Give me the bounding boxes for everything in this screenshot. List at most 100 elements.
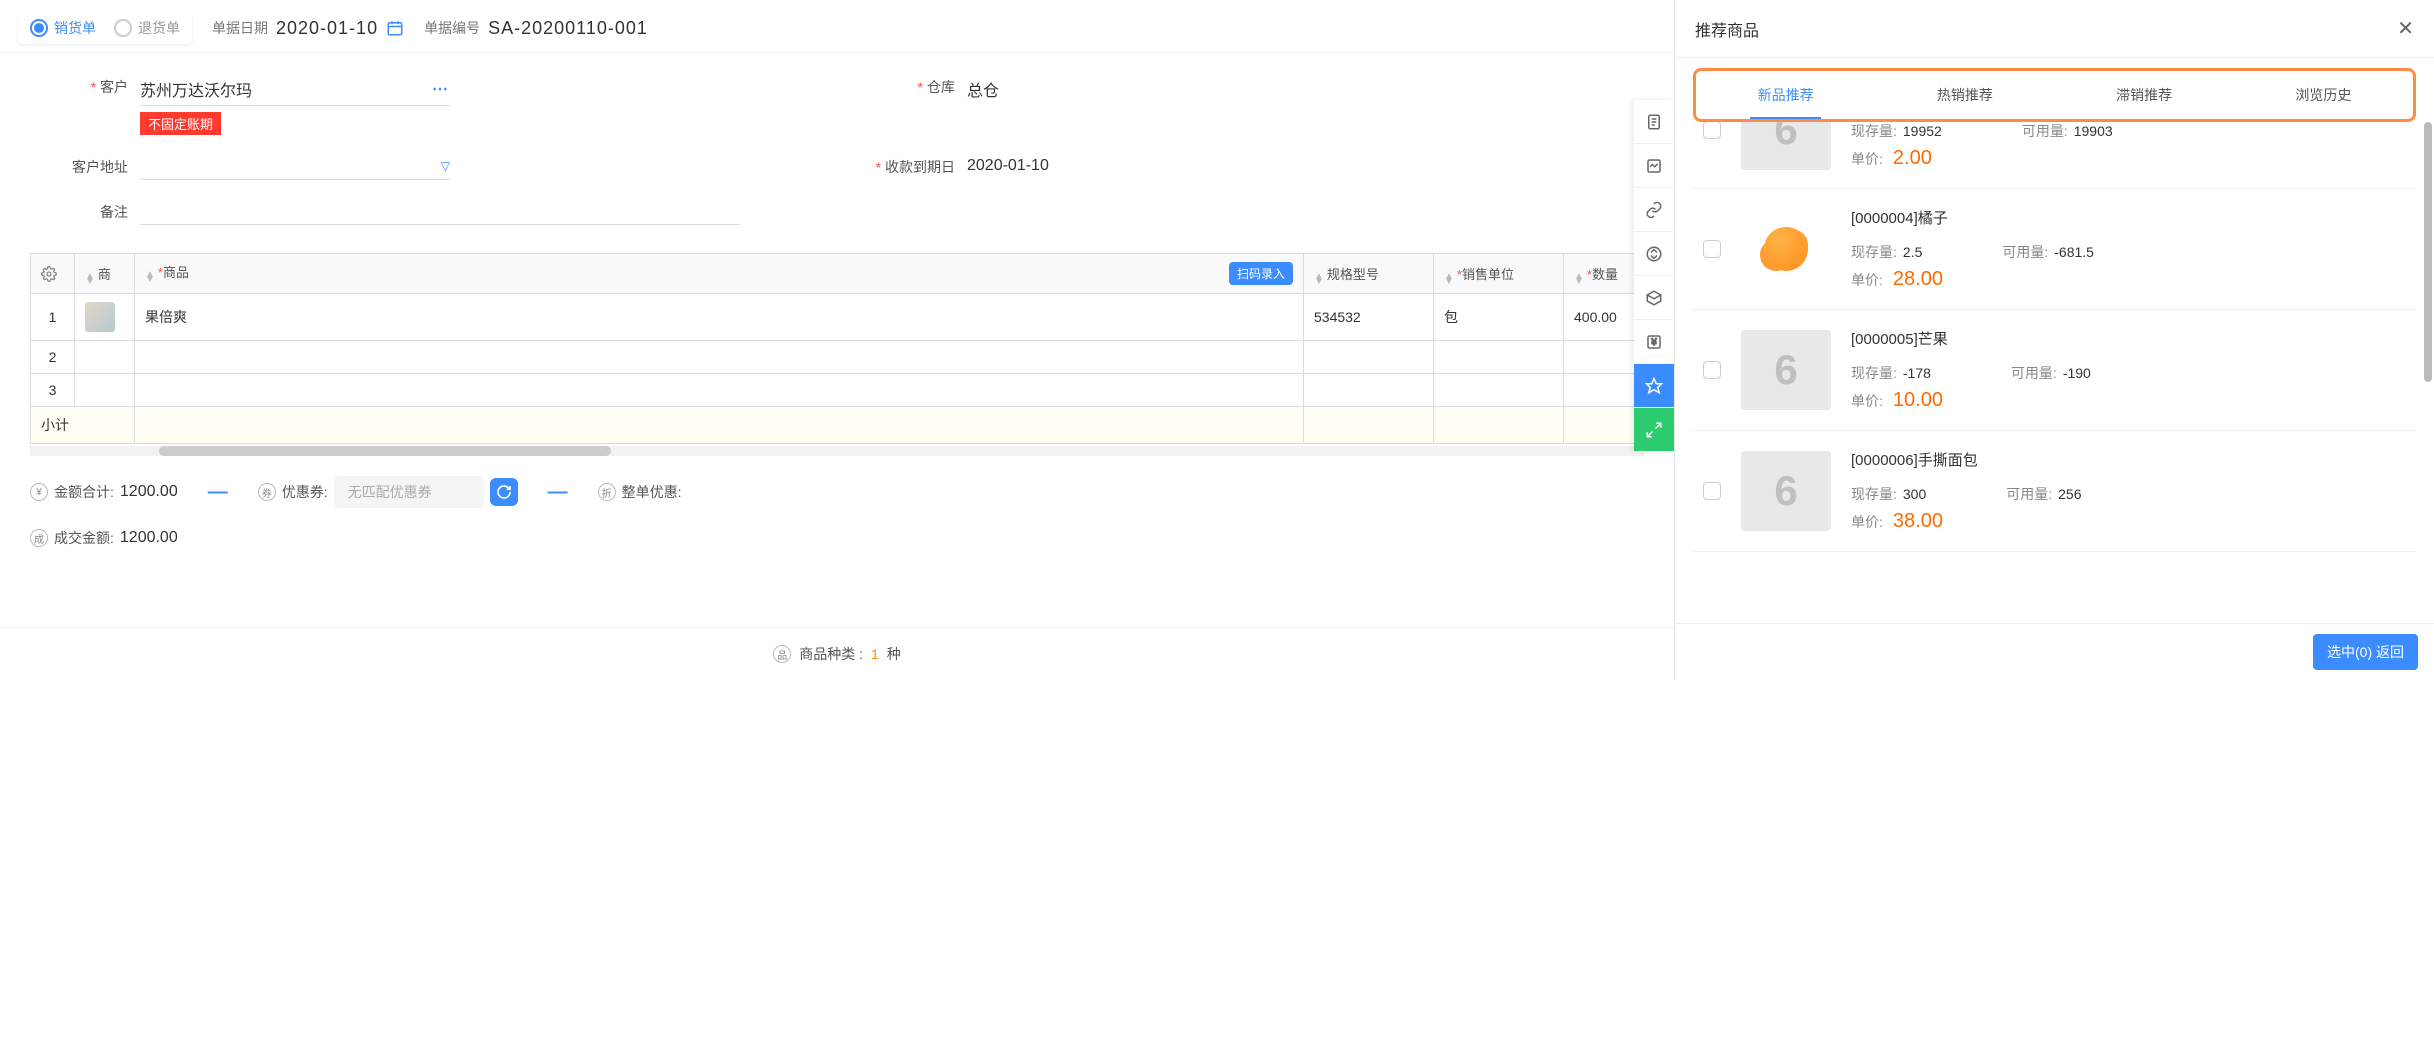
coupon-label: 优惠券: xyxy=(282,482,328,502)
address-label: 客户地址 xyxy=(72,159,128,175)
unit-cell[interactable]: 包 xyxy=(1434,294,1564,341)
product-name-cell[interactable]: 果倍爽 xyxy=(135,294,1304,341)
svg-text:¥: ¥ xyxy=(1650,337,1657,347)
product-thumb-icon xyxy=(85,302,115,332)
sku-count: 1 xyxy=(871,646,879,662)
close-icon[interactable]: ✕ xyxy=(2397,16,2414,41)
tab-new[interactable]: 新品推荐 xyxy=(1696,71,1875,119)
stock-label: 现存量: xyxy=(1851,365,1897,381)
deal-icon: 成 xyxy=(30,529,48,547)
doc-no-label: 单据编号 xyxy=(424,18,480,38)
scan-button[interactable]: 扫码录入 xyxy=(1229,262,1293,285)
gear-column-header[interactable] xyxy=(31,254,75,294)
list-item[interactable]: 6 [0000005]芒果 现存量:-178 可用量:-190 单价:10.00 xyxy=(1693,310,2416,431)
item-checkbox[interactable] xyxy=(1703,361,1721,379)
col-spec[interactable]: ▲▼规格型号 xyxy=(1304,254,1434,294)
col-unit[interactable]: ▲▼*销售单位 xyxy=(1434,254,1564,294)
stock-value: -178 xyxy=(1903,365,1931,381)
item-checkbox[interactable] xyxy=(1703,122,1721,139)
item-image: 6 xyxy=(1741,330,1831,410)
coupon-input[interactable]: 无匹配优惠券 xyxy=(334,476,484,508)
customer-value: 苏州万达沃尔玛 xyxy=(140,77,252,101)
stock-value: 19952 xyxy=(1903,123,1942,139)
row-num: 3 xyxy=(31,374,75,407)
warehouse-input[interactable]: 总仓 xyxy=(967,73,1277,105)
item-title: [0000004]橘子 xyxy=(1851,207,2406,228)
list-item[interactable]: [0000004]橘子 现存量:2.5 可用量:-681.5 单价:28.00 xyxy=(1693,189,2416,310)
spec-cell[interactable]: 534532 xyxy=(1304,294,1434,341)
customer-input[interactable]: 苏州万达沃尔玛 ⋯ xyxy=(140,73,450,106)
amount-value: 1200.00 xyxy=(120,483,178,501)
coupon-icon: 券 xyxy=(258,483,276,501)
due-input[interactable]: 2020-01-10 xyxy=(967,153,1277,179)
avail-value: 256 xyxy=(2058,486,2081,502)
list-item[interactable]: 6 [0000006]手撕面包 现存量:300 可用量:256 单价:38.00 xyxy=(1693,431,2416,552)
remark-label: 备注 xyxy=(100,204,128,220)
table-row[interactable]: 1 果倍爽 534532 包 400.00 xyxy=(31,294,1644,341)
stock-value: 300 xyxy=(1903,486,1926,502)
price-value: 38.00 xyxy=(1893,510,1943,532)
remark-input[interactable] xyxy=(140,198,740,225)
tool-swap-icon[interactable] xyxy=(1634,232,1674,276)
ellipsis-icon[interactable]: ⋯ xyxy=(432,79,450,99)
radio-return[interactable]: 退货单 xyxy=(114,18,180,38)
tool-chart-icon[interactable] xyxy=(1634,144,1674,188)
horizontal-scrollbar[interactable] xyxy=(30,446,1644,456)
radio-sale-label: 销货单 xyxy=(54,18,96,38)
tool-box-icon[interactable] xyxy=(1634,276,1674,320)
item-image: 6 xyxy=(1741,122,1831,170)
stock-label: 现存量: xyxy=(1851,123,1897,139)
vertical-scrollbar[interactable] xyxy=(2424,122,2432,382)
bulk-discount-label: 整单优惠: xyxy=(622,482,682,502)
minus-icon: — xyxy=(208,481,228,504)
list-item[interactable]: 6 250ml 现存量:19952 可用量:19903 单价:2.00 xyxy=(1693,122,2416,189)
row-num: 1 xyxy=(31,294,75,341)
table-row[interactable]: 2 xyxy=(31,341,1644,374)
warehouse-label: 仓库 xyxy=(927,79,955,95)
radio-icon xyxy=(114,19,132,37)
doc-date-value[interactable]: 2020-01-10 xyxy=(276,18,378,39)
orange-fruit-icon xyxy=(1764,227,1808,271)
tool-link-icon[interactable] xyxy=(1634,188,1674,232)
discount-icon: 折 xyxy=(598,483,616,501)
refresh-button[interactable] xyxy=(490,478,518,506)
line-items-table: ▲▼商 ▲▼*商品扫码录入 ▲▼规格型号 ▲▼*销售单位 ▲▼*数量 1 果倍爽… xyxy=(30,253,1644,444)
avail-value: 19903 xyxy=(2074,123,2113,139)
tool-star-icon[interactable] xyxy=(1634,364,1674,408)
tool-doc-icon[interactable] xyxy=(1634,100,1674,144)
calendar-icon[interactable] xyxy=(386,19,404,37)
avail-label: 可用量: xyxy=(2011,365,2057,381)
tab-slow[interactable]: 滞销推荐 xyxy=(2055,71,2234,119)
placeholder-icon: 6 xyxy=(1774,122,1797,154)
item-checkbox[interactable] xyxy=(1703,482,1721,500)
col-product[interactable]: ▲▼*商品扫码录入 xyxy=(135,254,1304,294)
sku-label: 商品种类 : xyxy=(799,644,863,664)
tab-history[interactable]: 浏览历史 xyxy=(2234,71,2413,119)
placeholder-icon: 6 xyxy=(1774,346,1797,394)
customer-label: 客户 xyxy=(100,79,128,95)
avail-value: -681.5 xyxy=(2054,244,2094,260)
table-row[interactable]: 3 xyxy=(31,374,1644,407)
address-input[interactable]: ▽ xyxy=(140,153,450,180)
tool-expand-icon[interactable] xyxy=(1634,408,1674,452)
deal-label: 成交金额: xyxy=(54,528,114,548)
item-title: [0000006]手撕面包 xyxy=(1851,449,2406,470)
tool-currency-icon[interactable]: ¥ xyxy=(1634,320,1674,364)
tab-hot[interactable]: 热销推荐 xyxy=(1875,71,2054,119)
item-checkbox[interactable] xyxy=(1703,240,1721,258)
col-image[interactable]: ▲▼商 xyxy=(75,254,135,294)
stock-label: 现存量: xyxy=(1851,486,1897,502)
price-value: 10.00 xyxy=(1893,389,1943,411)
recommend-list[interactable]: 6 250ml 现存量:19952 可用量:19903 单价:2.00 [000… xyxy=(1675,122,2434,623)
chevron-down-icon[interactable]: ▽ xyxy=(441,159,450,173)
radio-sale[interactable]: 销货单 xyxy=(30,18,96,38)
doc-no-value: SA-20200110-001 xyxy=(488,18,648,39)
avail-label: 可用量: xyxy=(2022,123,2068,139)
deal-value: 1200.00 xyxy=(120,529,178,547)
col-qty[interactable]: ▲▼*数量 xyxy=(1564,254,1644,294)
select-return-button[interactable]: 选中(0) 返回 xyxy=(2313,634,2418,670)
due-value: 2020-01-10 xyxy=(967,157,1049,175)
due-label: 收款到期日 xyxy=(885,159,955,175)
radio-icon xyxy=(30,19,48,37)
qty-cell[interactable]: 400.00 xyxy=(1564,294,1644,341)
